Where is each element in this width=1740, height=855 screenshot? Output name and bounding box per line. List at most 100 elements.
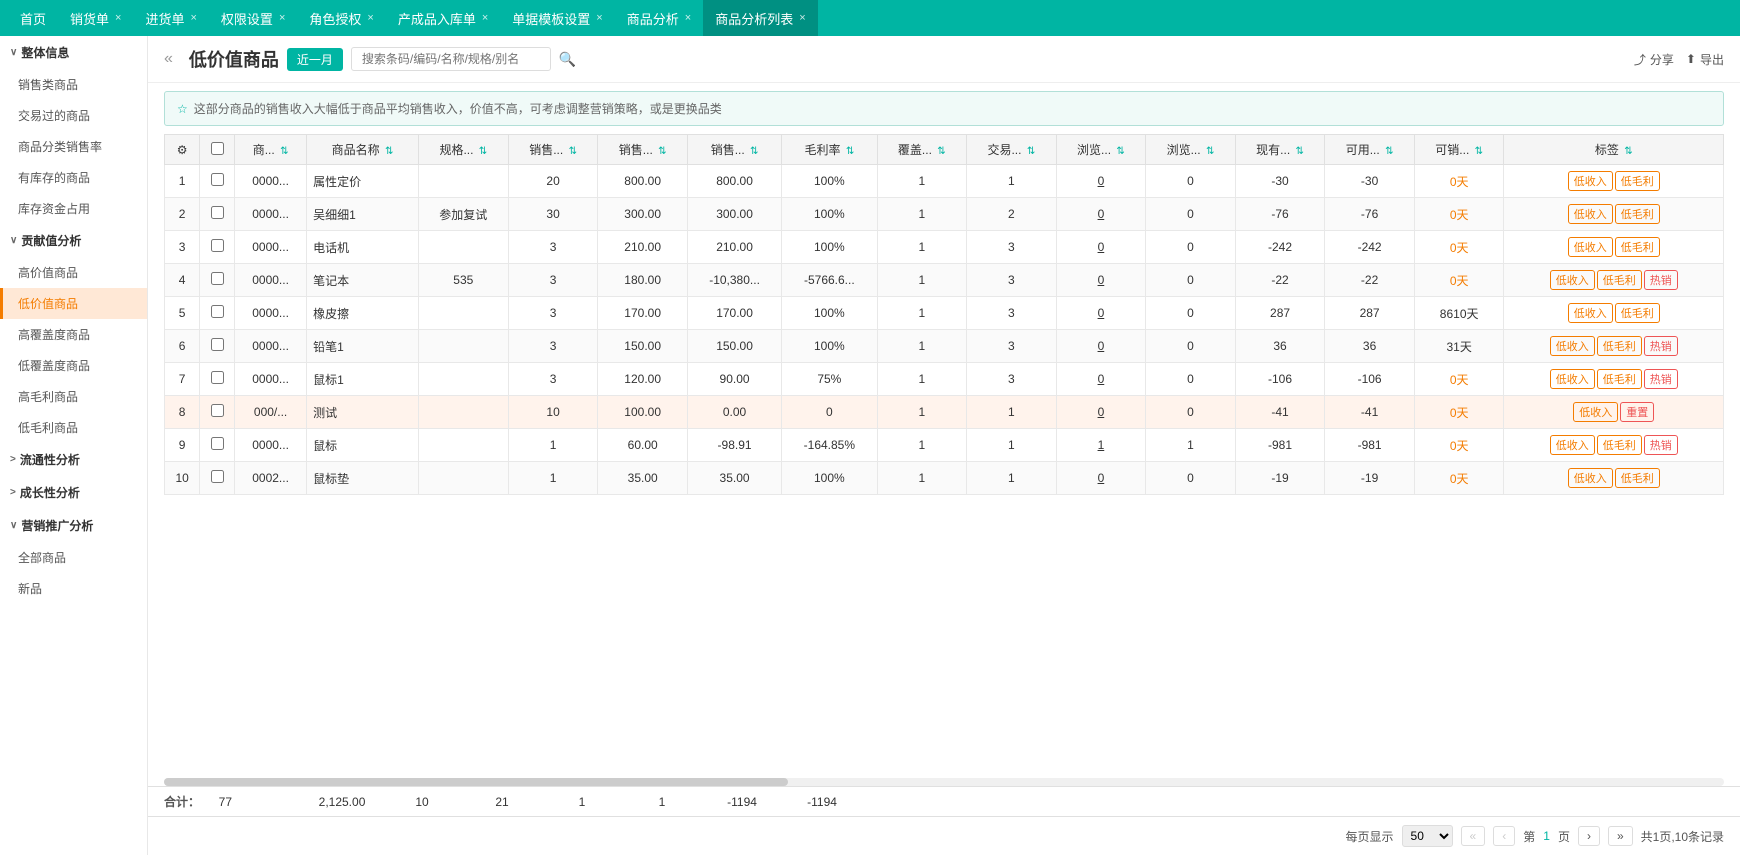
- sidebar-item-0-4[interactable]: 库存资金占用: [0, 193, 147, 224]
- col-sellable-days[interactable]: 可销... ⇅: [1414, 135, 1504, 165]
- sidebar-item-4-1[interactable]: 新品: [0, 573, 147, 604]
- sidebar-group-2[interactable]: >流通性分析: [0, 443, 147, 476]
- col-sales-amount[interactable]: 销售... ⇅: [598, 135, 688, 165]
- col-view1[interactable]: 浏览... ⇅: [1056, 135, 1146, 165]
- sidebar-item-1-5[interactable]: 低毛利商品: [0, 412, 147, 443]
- sidebar-group-4[interactable]: ∨营销推广分析: [0, 509, 147, 542]
- cell-view1[interactable]: 1: [1056, 429, 1146, 462]
- sidebar-group-0[interactable]: ∨整体信息: [0, 36, 147, 69]
- col-current-stock[interactable]: 现有... ⇅: [1235, 135, 1325, 165]
- col-spec[interactable]: 规格... ⇅: [418, 135, 508, 165]
- next-page-btn[interactable]: ›: [1578, 826, 1600, 846]
- cell-sellable-days: 0天: [1414, 462, 1504, 495]
- export-btn[interactable]: ⬆ 导出: [1686, 51, 1724, 68]
- nav-item-1[interactable]: 销货单×: [58, 0, 133, 36]
- nav-item-8[interactable]: 商品分析列表×: [703, 0, 817, 36]
- cell-checkbox[interactable]: [200, 297, 235, 330]
- col-view2[interactable]: 浏览... ⇅: [1146, 135, 1236, 165]
- row-checkbox-0[interactable]: [211, 173, 224, 186]
- cell-checkbox[interactable]: [200, 198, 235, 231]
- cell-view1[interactable]: 0: [1056, 396, 1146, 429]
- row-checkbox-3[interactable]: [211, 272, 224, 285]
- row-checkbox-9[interactable]: [211, 470, 224, 483]
- first-page-btn[interactable]: «: [1461, 826, 1486, 846]
- nav-item-4[interactable]: 角色授权×: [297, 0, 385, 36]
- cell-view1[interactable]: 0: [1056, 297, 1146, 330]
- last-page-btn[interactable]: »: [1608, 826, 1633, 846]
- cell-checkbox[interactable]: [200, 396, 235, 429]
- nav-close-6[interactable]: ×: [596, 12, 602, 24]
- row-checkbox-2[interactable]: [211, 239, 224, 252]
- row-checkbox-8[interactable]: [211, 437, 224, 450]
- per-page-select[interactable]: 50 100 200: [1402, 825, 1453, 847]
- col-name[interactable]: 商品名称 ⇅: [307, 135, 419, 165]
- share-btn[interactable]: ⤴ 分享: [1634, 51, 1674, 68]
- nav-close-1[interactable]: ×: [115, 12, 121, 24]
- sidebar-item-1-3[interactable]: 低覆盖度商品: [0, 350, 147, 381]
- collapse-btn[interactable]: «: [164, 50, 173, 68]
- table-container[interactable]: ⚙ 商... ⇅ 商品名称 ⇅ 规格... ⇅ 销售... ⇅ 销售... ⇅ …: [148, 134, 1740, 778]
- sidebar-item-1-4[interactable]: 高毛利商品: [0, 381, 147, 412]
- row-checkbox-5[interactable]: [211, 338, 224, 351]
- sidebar-item-1-2[interactable]: 高覆盖度商品: [0, 319, 147, 350]
- cell-checkbox[interactable]: [200, 264, 235, 297]
- sidebar-group-1[interactable]: ∨贡献值分析: [0, 224, 147, 257]
- cell-checkbox[interactable]: [200, 363, 235, 396]
- cell-checkbox[interactable]: [200, 462, 235, 495]
- row-checkbox-4[interactable]: [211, 305, 224, 318]
- cell-transaction: 3: [967, 264, 1057, 297]
- nav-close-5[interactable]: ×: [482, 12, 488, 24]
- cell-checkbox[interactable]: [200, 231, 235, 264]
- cell-view1[interactable]: 0: [1056, 363, 1146, 396]
- nav-item-6[interactable]: 单据模板设置×: [500, 0, 614, 36]
- row-checkbox-7[interactable]: [211, 404, 224, 417]
- cell-checkbox[interactable]: [200, 165, 235, 198]
- sidebar-item-1-1[interactable]: 低价值商品: [0, 288, 147, 319]
- sidebar-item-0-3[interactable]: 有库存的商品: [0, 162, 147, 193]
- sidebar-group-3[interactable]: >成长性分析: [0, 476, 147, 509]
- nav-item-7[interactable]: 商品分析×: [615, 0, 703, 36]
- table-footer: 合计： 77 2,125.00 10 21 1 1 -1194 -1194: [148, 786, 1740, 816]
- cell-checkbox[interactable]: [200, 330, 235, 363]
- col-code[interactable]: 商... ⇅: [235, 135, 307, 165]
- col-available-stock[interactable]: 可用... ⇅: [1325, 135, 1415, 165]
- col-sales-profit[interactable]: 销售... ⇅: [687, 135, 781, 165]
- prev-page-btn[interactable]: ‹: [1493, 826, 1515, 846]
- cell-view1[interactable]: 0: [1056, 462, 1146, 495]
- col-checkbox[interactable]: [200, 135, 235, 165]
- row-checkbox-1[interactable]: [211, 206, 224, 219]
- search-icon[interactable]: 🔍: [559, 51, 576, 68]
- col-gross-margin[interactable]: 毛利率 ⇅: [782, 135, 877, 165]
- row-checkbox-6[interactable]: [211, 371, 224, 384]
- sidebar-item-0-1[interactable]: 交易过的商品: [0, 100, 147, 131]
- col-tags[interactable]: 标签 ⇅: [1504, 135, 1724, 165]
- sidebar-item-0-2[interactable]: 商品分类销售率: [0, 131, 147, 162]
- nav-close-4[interactable]: ×: [367, 12, 373, 24]
- sidebar-item-1-0[interactable]: 高价值商品: [0, 257, 147, 288]
- nav-item-3[interactable]: 权限设置×: [209, 0, 297, 36]
- cell-view1[interactable]: 0: [1056, 264, 1146, 297]
- col-transaction[interactable]: 交易... ⇅: [967, 135, 1057, 165]
- nav-item-2[interactable]: 进货单×: [133, 0, 208, 36]
- sidebar-item-4-0[interactable]: 全部商品: [0, 542, 147, 573]
- period-btn[interactable]: 近一月: [287, 48, 343, 71]
- nav-close-2[interactable]: ×: [190, 12, 196, 24]
- col-sales-qty[interactable]: 销售... ⇅: [508, 135, 598, 165]
- col-coverage[interactable]: 覆盖... ⇅: [877, 135, 967, 165]
- cell-view1[interactable]: 0: [1056, 165, 1146, 198]
- scrollbar-area[interactable]: [164, 778, 1724, 786]
- cell-view1[interactable]: 0: [1056, 231, 1146, 264]
- nav-close-3[interactable]: ×: [279, 12, 285, 24]
- cell-view1[interactable]: 0: [1056, 198, 1146, 231]
- sidebar-item-0-0[interactable]: 销售类商品: [0, 69, 147, 100]
- select-all-checkbox[interactable]: [211, 142, 224, 155]
- col-settings[interactable]: ⚙: [165, 135, 200, 165]
- nav-close-8[interactable]: ×: [799, 12, 805, 24]
- cell-view1[interactable]: 0: [1056, 330, 1146, 363]
- scrollbar-thumb[interactable]: [164, 778, 788, 786]
- nav-item-5[interactable]: 产成品入库单×: [386, 0, 500, 36]
- search-input[interactable]: [351, 47, 551, 71]
- nav-item-0[interactable]: 首页: [8, 0, 58, 36]
- nav-close-7[interactable]: ×: [685, 12, 691, 24]
- cell-checkbox[interactable]: [200, 429, 235, 462]
